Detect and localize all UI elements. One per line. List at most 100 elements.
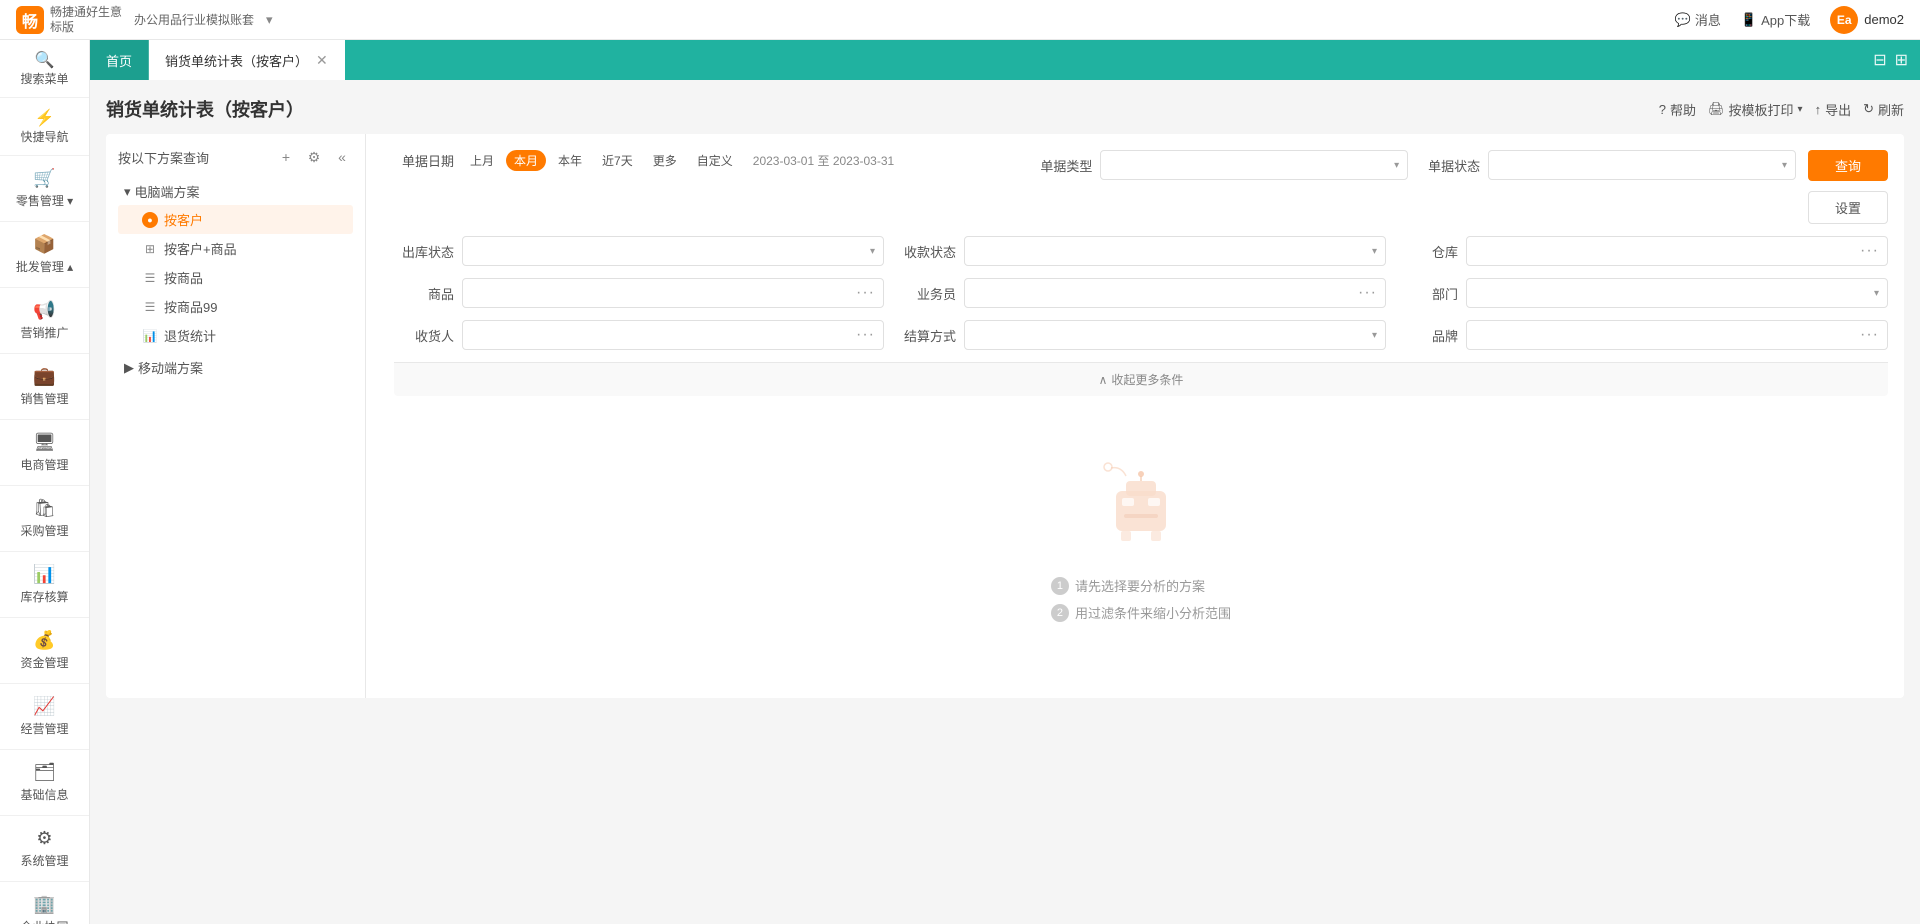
dept-select[interactable]: ▾ xyxy=(1466,278,1888,308)
sidebar-item-enterprise[interactable]: 🏢 企业协同 xyxy=(0,882,89,924)
date-tab-current-year[interactable]: 本年 xyxy=(550,150,590,171)
left-panel-title: 按以下方案查询 xyxy=(118,148,209,167)
settings-button[interactable]: 设置 xyxy=(1808,191,1888,224)
breadcrumb-arrow-icon[interactable]: ▾ xyxy=(266,12,273,28)
plan-icon-return: 📊 xyxy=(142,328,158,344)
tab-close-icon[interactable]: ✕ xyxy=(316,52,328,69)
bill-type-select[interactable]: ▾ xyxy=(1100,150,1408,180)
receipt-status-select[interactable]: ▾ xyxy=(964,236,1386,266)
receipt-status-label: 收款状态 xyxy=(896,242,956,261)
date-tab-prev-month[interactable]: 上月 xyxy=(462,150,502,171)
warehouse-label: 仓库 xyxy=(1398,242,1458,261)
group-expand-icon: ▾ xyxy=(124,184,131,200)
sidebar-item-retail[interactable]: 🛒 零售管理 ▾ xyxy=(0,156,89,222)
sidebar-item-purchase[interactable]: 🛍 采购管理 xyxy=(0,486,89,552)
bill-status-arrow-icon: ▾ xyxy=(1782,160,1787,171)
query-button[interactable]: 查询 xyxy=(1808,150,1888,181)
recipient-label: 收货人 xyxy=(394,326,454,345)
staff-dots: ··· xyxy=(1358,284,1377,302)
date-tab-current-month[interactable]: 本月 xyxy=(506,150,546,171)
breadcrumb: 办公用品行业模拟账套 xyxy=(134,11,254,28)
tab-minimize-icon[interactable]: ⊟ xyxy=(1873,50,1886,70)
user-name: demo2 xyxy=(1864,12,1904,27)
mobile-group-expand-icon: ▶ xyxy=(124,360,134,376)
brand-select[interactable]: ··· xyxy=(1466,320,1888,350)
date-range-display: 2023-03-01 至 2023-03-31 xyxy=(753,152,894,169)
plan-item-return-stat[interactable]: 📊 退货统计 xyxy=(118,321,353,350)
collapse-icon: ∧ xyxy=(1099,373,1108,387)
app-download-btn[interactable]: 📱 App下载 xyxy=(1741,10,1810,29)
message-icon: 💬 xyxy=(1675,12,1691,28)
sidebar-item-finance[interactable]: 💰 资金管理 xyxy=(0,618,89,684)
goods-dots: ··· xyxy=(856,284,875,302)
home-tab-label: 首页 xyxy=(106,51,132,70)
help-btn[interactable]: ? 帮助 xyxy=(1659,100,1696,119)
plan-icon-customer-goods: ⊞ xyxy=(142,241,158,257)
group-label: 电脑端方案 xyxy=(135,182,200,201)
print-arrow-icon: ▾ xyxy=(1798,104,1803,115)
avatar: Ea xyxy=(1830,6,1858,34)
add-plan-btn[interactable]: + xyxy=(275,146,297,168)
sidebar-item-operation[interactable]: 📈 经营管理 xyxy=(0,684,89,750)
plan-item-by-goods[interactable]: ☰ 按商品 xyxy=(118,263,353,292)
sidebar-item-sales[interactable]: 💼 销售管理 xyxy=(0,354,89,420)
bill-status-select[interactable]: ▾ xyxy=(1488,150,1796,180)
page-title: 销货单统计表（按客户） xyxy=(106,96,304,122)
sidebar-item-system[interactable]: ⚙ 系统管理 xyxy=(0,816,89,882)
quick-nav[interactable]: ⚡ 快捷导航 xyxy=(0,98,89,156)
staff-label: 业务员 xyxy=(896,284,956,303)
tab-sales-stat[interactable]: 销货单统计表（按客户） ✕ xyxy=(149,40,345,80)
goods-select[interactable]: ··· xyxy=(462,278,884,308)
sidebar-item-marketing[interactable]: 📢 营销推广 xyxy=(0,288,89,354)
plan-icon-customer: ● xyxy=(142,212,158,228)
collapse-panel-btn[interactable]: « xyxy=(331,146,353,168)
sidebar-item-inventory[interactable]: 📊 库存核算 xyxy=(0,552,89,618)
mobile-group-label: 移动端方案 xyxy=(138,358,203,377)
logo: 畅 畅捷通好生意 标版 xyxy=(16,5,122,34)
dept-arrow-icon: ▾ xyxy=(1874,288,1879,299)
search-menu[interactable]: 🔍 搜索菜单 xyxy=(0,40,89,98)
settle-select[interactable]: ▾ xyxy=(964,320,1386,350)
brand-label: 品牌 xyxy=(1398,326,1458,345)
message-btn[interactable]: 💬 消息 xyxy=(1675,10,1721,29)
settings-plan-btn[interactable]: ⚙ xyxy=(303,146,325,168)
refresh-btn[interactable]: ↻ 刷新 xyxy=(1863,100,1904,119)
brand-dots: ··· xyxy=(1860,326,1879,344)
print-icon: 🖨 xyxy=(1708,101,1725,117)
sidebar-item-ecommerce[interactable]: 🖥 电商管理 xyxy=(0,420,89,486)
bill-status-label: 单据状态 xyxy=(1420,156,1480,175)
recipient-select[interactable]: ··· xyxy=(462,320,884,350)
empty-state-illustration xyxy=(1091,456,1191,556)
staff-select[interactable]: ··· xyxy=(964,278,1386,308)
plan-item-by-customer-goods[interactable]: ⊞ 按客户+商品 xyxy=(118,234,353,263)
warehouse-dots: ··· xyxy=(1860,242,1879,260)
plan-item-by-customer[interactable]: ● 按客户 xyxy=(118,205,353,234)
empty-tip-1: 1 请先选择要分析的方案 xyxy=(1051,576,1231,595)
plan-icon-goods99: ☰ xyxy=(142,299,158,315)
logo-icon: 畅 xyxy=(16,6,44,34)
recipient-dots: ··· xyxy=(856,326,875,344)
mobile-group-header[interactable]: ▶ 移动端方案 xyxy=(118,354,353,381)
tab-home[interactable]: 首页 xyxy=(90,40,149,80)
date-tab-more[interactable]: 更多 xyxy=(645,150,685,171)
out-status-select[interactable]: ▾ xyxy=(462,236,884,266)
export-btn[interactable]: ↑ 导出 xyxy=(1815,100,1852,119)
settle-label: 结算方式 xyxy=(896,326,956,345)
warehouse-select[interactable]: ··· xyxy=(1466,236,1888,266)
sidebar-item-basic[interactable]: 🗂 基础信息 xyxy=(0,750,89,816)
bill-type-label: 单据类型 xyxy=(1032,156,1092,175)
date-filter-label: 单据日期 xyxy=(394,151,454,170)
date-tab-custom[interactable]: 自定义 xyxy=(689,150,741,171)
user-area[interactable]: Ea demo2 xyxy=(1830,6,1904,34)
desktop-group-header[interactable]: ▾ 电脑端方案 xyxy=(118,178,353,205)
collapse-filters-btn[interactable]: ∧ 收起更多条件 xyxy=(394,362,1888,396)
date-tab-last7days[interactable]: 近7天 xyxy=(594,150,641,171)
help-icon: ? xyxy=(1659,102,1666,117)
dept-label: 部门 xyxy=(1398,284,1458,303)
plan-item-by-goods99[interactable]: ☰ 按商品99 xyxy=(118,292,353,321)
tab-maximize-icon[interactable]: ⊞ xyxy=(1895,50,1908,70)
template-print-btn[interactable]: 🖨 按模板打印 ▾ xyxy=(1708,100,1803,119)
settle-arrow-icon: ▾ xyxy=(1372,330,1377,341)
sidebar-item-wholesale[interactable]: 📦 批发管理 ▴ xyxy=(0,222,89,288)
bill-type-arrow-icon: ▾ xyxy=(1394,160,1399,171)
